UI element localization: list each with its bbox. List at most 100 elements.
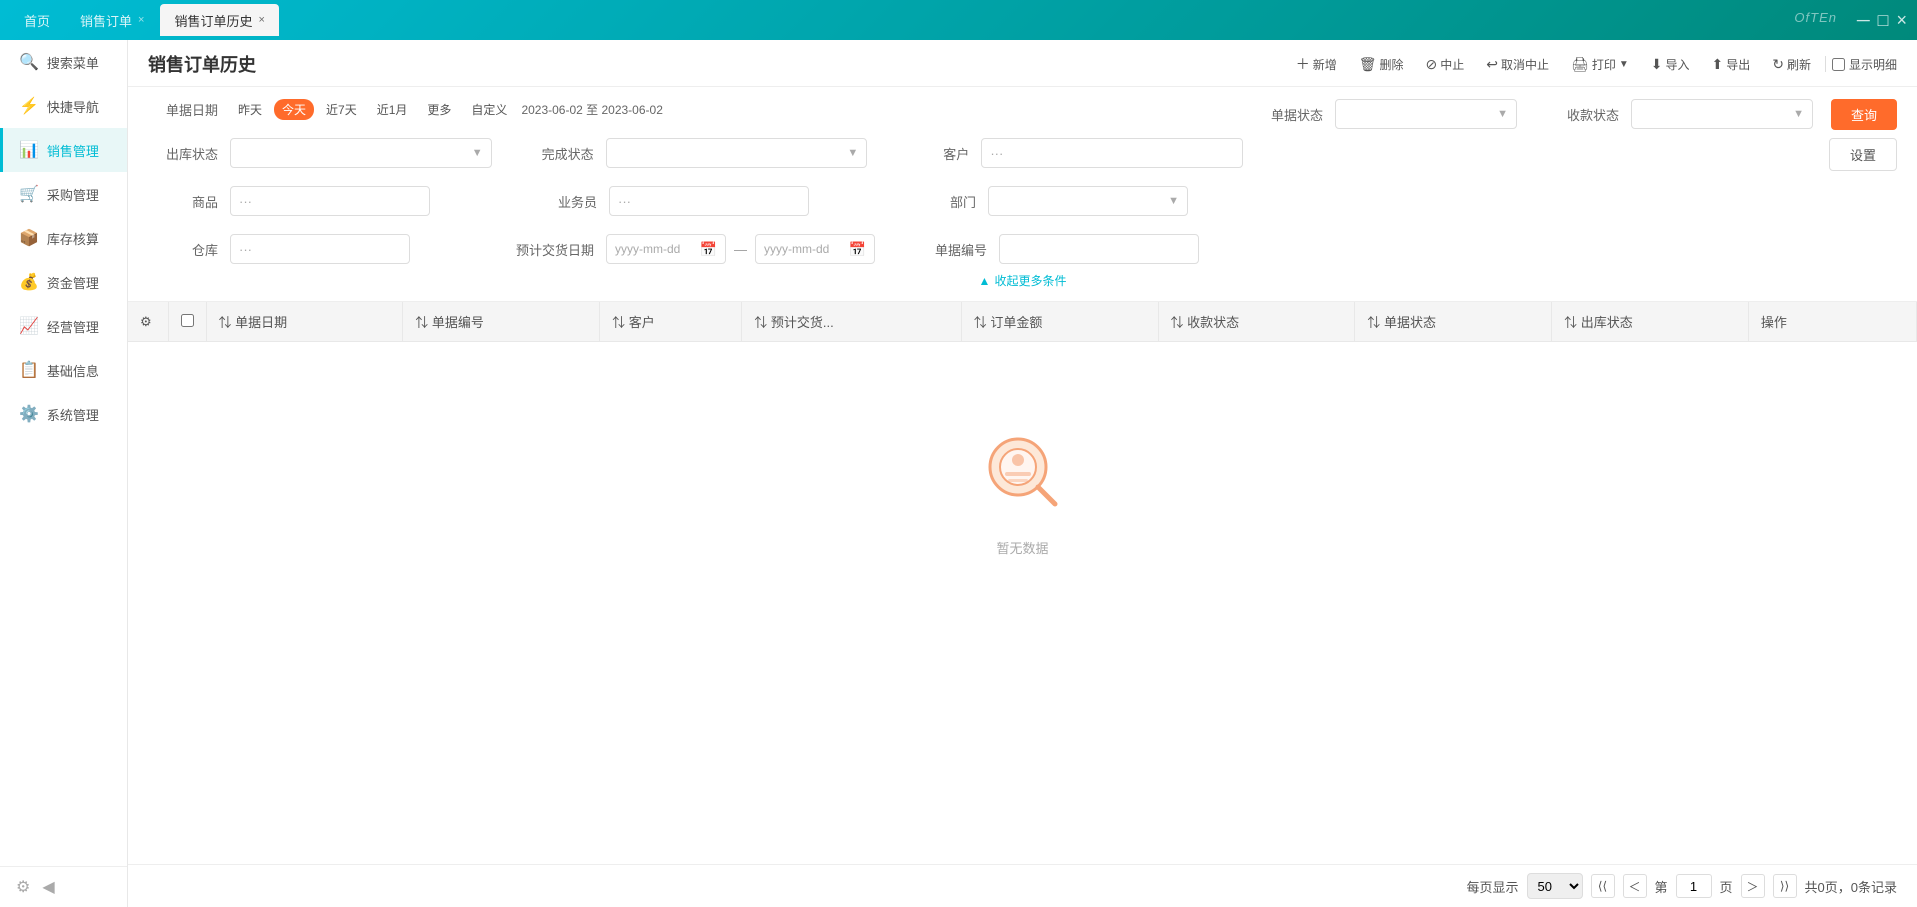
sidebar-label-search-menu: 搜索菜单 bbox=[47, 53, 99, 72]
content-area: 销售订单历史 ＋ 新增 🗑 删除 ⊘ 中止 ↩ 取消中止 bbox=[128, 40, 1917, 907]
sidebar-item-search-menu[interactable]: 🔍 搜索菜单 bbox=[0, 40, 127, 84]
finance-icon: 💰 bbox=[19, 272, 39, 292]
cal-from-icon: 📅 bbox=[700, 241, 717, 258]
page-number-input[interactable] bbox=[1676, 874, 1712, 898]
collapse-icon: ▲ bbox=[979, 274, 991, 288]
tab-close-sales-order-history[interactable]: × bbox=[258, 14, 264, 26]
bill-no-input[interactable] bbox=[999, 234, 1199, 264]
th-actions: 操作 bbox=[1748, 302, 1916, 342]
total-records: 共0页，0条记录 bbox=[1805, 877, 1897, 896]
date-filter-label: 单据日期 bbox=[148, 100, 218, 119]
sidebar: 🔍 搜索菜单 ⚡ 快捷导航 📊 销售管理 🛒 采购管理 📦 库存核算 💰 资金管… bbox=[0, 40, 128, 907]
top-bar-actions: ─ □ × bbox=[1857, 10, 1907, 31]
select-all-checkbox[interactable] bbox=[181, 314, 194, 327]
billstatus-select[interactable]: ▼ bbox=[1335, 99, 1517, 129]
date-shortcut-today[interactable]: 今天 bbox=[274, 99, 314, 120]
tab-close-sales-order[interactable]: × bbox=[138, 14, 144, 26]
sidebar-item-purchase-mgmt[interactable]: 🛒 采购管理 bbox=[0, 172, 127, 216]
import-button[interactable]: ⬇ 导入 bbox=[1643, 52, 1698, 77]
filter-area: 单据日期 昨天 今天 近7天 近1月 更多 自定义 2023-06-02 至 2… bbox=[128, 87, 1917, 302]
date-shortcut-1month[interactable]: 近1月 bbox=[369, 99, 416, 120]
page-size-select[interactable]: 50 10 20 100 bbox=[1527, 873, 1583, 899]
billstatus-chevron-icon: ▼ bbox=[1497, 108, 1508, 120]
tab-home[interactable]: 首页 bbox=[10, 4, 64, 36]
goods-select[interactable]: ··· bbox=[230, 186, 430, 216]
th-bill-no: ⇅ 单据编号 bbox=[403, 302, 600, 342]
set-button[interactable]: 设置 bbox=[1829, 138, 1897, 171]
print-dropdown-icon: ▼ bbox=[1619, 59, 1629, 70]
pagination-bar: 每页显示 50 10 20 100 ⟨⟨ ＜ 第 页 ＞ ⟩⟩ 共0页，0条记录 bbox=[128, 864, 1917, 907]
sidebar-item-operations[interactable]: 📈 经营管理 bbox=[0, 304, 127, 348]
dept-chevron-icon: ▼ bbox=[1168, 195, 1179, 207]
main-layout: 🔍 搜索菜单 ⚡ 快捷导航 📊 销售管理 🛒 采购管理 📦 库存核算 💰 资金管… bbox=[0, 40, 1917, 907]
last-page-button[interactable]: ⟩⟩ bbox=[1773, 874, 1797, 898]
date-to-input[interactable]: yyyy-mm-dd 📅 bbox=[755, 234, 875, 264]
maximize-icon[interactable]: □ bbox=[1878, 10, 1889, 31]
tab-sales-order[interactable]: 销售订单× bbox=[66, 4, 158, 36]
first-page-button[interactable]: ⟨⟨ bbox=[1591, 874, 1615, 898]
salesperson-control: ··· bbox=[609, 186, 864, 216]
query-button[interactable]: 查询 bbox=[1831, 99, 1897, 130]
sidebar-item-sales-mgmt[interactable]: 📊 销售管理 bbox=[0, 128, 127, 172]
th-checkbox[interactable] bbox=[168, 302, 206, 342]
sidebar-item-finance[interactable]: 💰 资金管理 bbox=[0, 260, 127, 304]
window-close-icon[interactable]: × bbox=[1896, 10, 1907, 31]
settings-table-icon[interactable]: ⚙ bbox=[140, 314, 152, 329]
date-shortcuts: 昨天 今天 近7天 近1月 更多 自定义 bbox=[230, 99, 515, 120]
outstock-label: 出库状态 bbox=[148, 144, 218, 163]
billstatus-control: ▼ bbox=[1335, 99, 1517, 129]
outstock-chevron-icon: ▼ bbox=[472, 147, 483, 159]
display-cols-checkbox[interactable] bbox=[1832, 58, 1845, 71]
table-header-row: ⚙ ⇅ 单据日期 ⇅ 单据编号 ⇅ 客户 bbox=[128, 302, 1917, 342]
settings-icon[interactable]: ⚙ bbox=[16, 877, 30, 897]
warehouse-select[interactable]: ··· bbox=[230, 234, 410, 264]
filter-row-date: 单据日期 昨天 今天 近7天 近1月 更多 自定义 2023-06-02 至 2… bbox=[148, 99, 1243, 120]
sales-mgmt-icon: 📊 bbox=[19, 140, 39, 160]
top-bar: 首页销售订单×销售订单历史× OfTEn ─ □ × bbox=[0, 0, 1917, 40]
sidebar-item-quick-nav[interactable]: ⚡ 快捷导航 bbox=[0, 84, 127, 128]
sidebar-item-system[interactable]: ⚙️ 系统管理 bbox=[0, 392, 127, 436]
date-shortcut-custom[interactable]: 自定义 bbox=[463, 99, 515, 120]
date-shortcut-7days[interactable]: 近7天 bbox=[318, 99, 365, 120]
date-shortcut-more[interactable]: 更多 bbox=[419, 99, 459, 120]
stop-button[interactable]: ⊘ 中止 bbox=[1418, 52, 1473, 77]
complete-select[interactable]: ▼ bbox=[606, 138, 868, 168]
bill-no-label: 单据编号 bbox=[917, 240, 987, 259]
collapse-button[interactable]: ▲ 收起更多条件 bbox=[979, 272, 1067, 289]
customer-select[interactable]: ··· bbox=[981, 138, 1243, 168]
dept-control: ▼ bbox=[988, 186, 1243, 216]
stop-icon: ⊘ bbox=[1426, 56, 1438, 73]
print-button[interactable]: 🖨 打印 ▼ bbox=[1563, 52, 1637, 77]
export-icon: ⬆ bbox=[1711, 56, 1723, 73]
cancel-stop-button[interactable]: ↩ 取消中止 bbox=[1478, 52, 1557, 77]
complete-control: ▼ bbox=[606, 138, 868, 168]
th-settings[interactable]: ⚙ bbox=[128, 302, 168, 342]
date-shortcut-yesterday[interactable]: 昨天 bbox=[230, 99, 270, 120]
display-cols-check[interactable]: 显示明细 bbox=[1832, 56, 1897, 73]
new-icon: ＋ bbox=[1296, 54, 1310, 74]
salesperson-select[interactable]: ··· bbox=[609, 186, 809, 216]
sidebar-label-purchase-mgmt: 采购管理 bbox=[47, 185, 99, 204]
table-container: ⚙ ⇅ 单据日期 ⇅ 单据编号 ⇅ 客户 bbox=[128, 302, 1917, 864]
refresh-button[interactable]: ↻ 刷新 bbox=[1764, 52, 1819, 77]
tab-sales-order-history[interactable]: 销售订单历史× bbox=[160, 4, 278, 36]
th-customer: ⇅ 客户 bbox=[600, 302, 742, 342]
receiptstatus-select[interactable]: ▼ bbox=[1631, 99, 1813, 129]
date-from-input[interactable]: yyyy-mm-dd 📅 bbox=[606, 234, 726, 264]
sidebar-item-basic-info[interactable]: 📋 基础信息 bbox=[0, 348, 127, 392]
outstock-select[interactable]: ▼ bbox=[230, 138, 492, 168]
collapse-sidebar-icon[interactable]: ◀ bbox=[42, 877, 54, 897]
next-page-button[interactable]: ＞ bbox=[1741, 874, 1765, 898]
goods-control: ··· bbox=[230, 186, 485, 216]
page-label: 页 bbox=[1720, 877, 1733, 896]
prev-page-button[interactable]: ＜ bbox=[1623, 874, 1647, 898]
minimize-icon[interactable]: ─ bbox=[1857, 10, 1870, 31]
search-menu-icon: 🔍 bbox=[19, 52, 39, 72]
sidebar-label-quick-nav: 快捷导航 bbox=[47, 97, 99, 116]
delete-button[interactable]: 🗑 删除 bbox=[1351, 52, 1412, 77]
bill-no-control bbox=[999, 234, 1243, 264]
export-button[interactable]: ⬆ 导出 bbox=[1703, 52, 1758, 77]
dept-select[interactable]: ▼ bbox=[988, 186, 1188, 216]
new-button[interactable]: ＋ 新增 bbox=[1288, 50, 1345, 78]
sidebar-item-inventory[interactable]: 📦 库存核算 bbox=[0, 216, 127, 260]
